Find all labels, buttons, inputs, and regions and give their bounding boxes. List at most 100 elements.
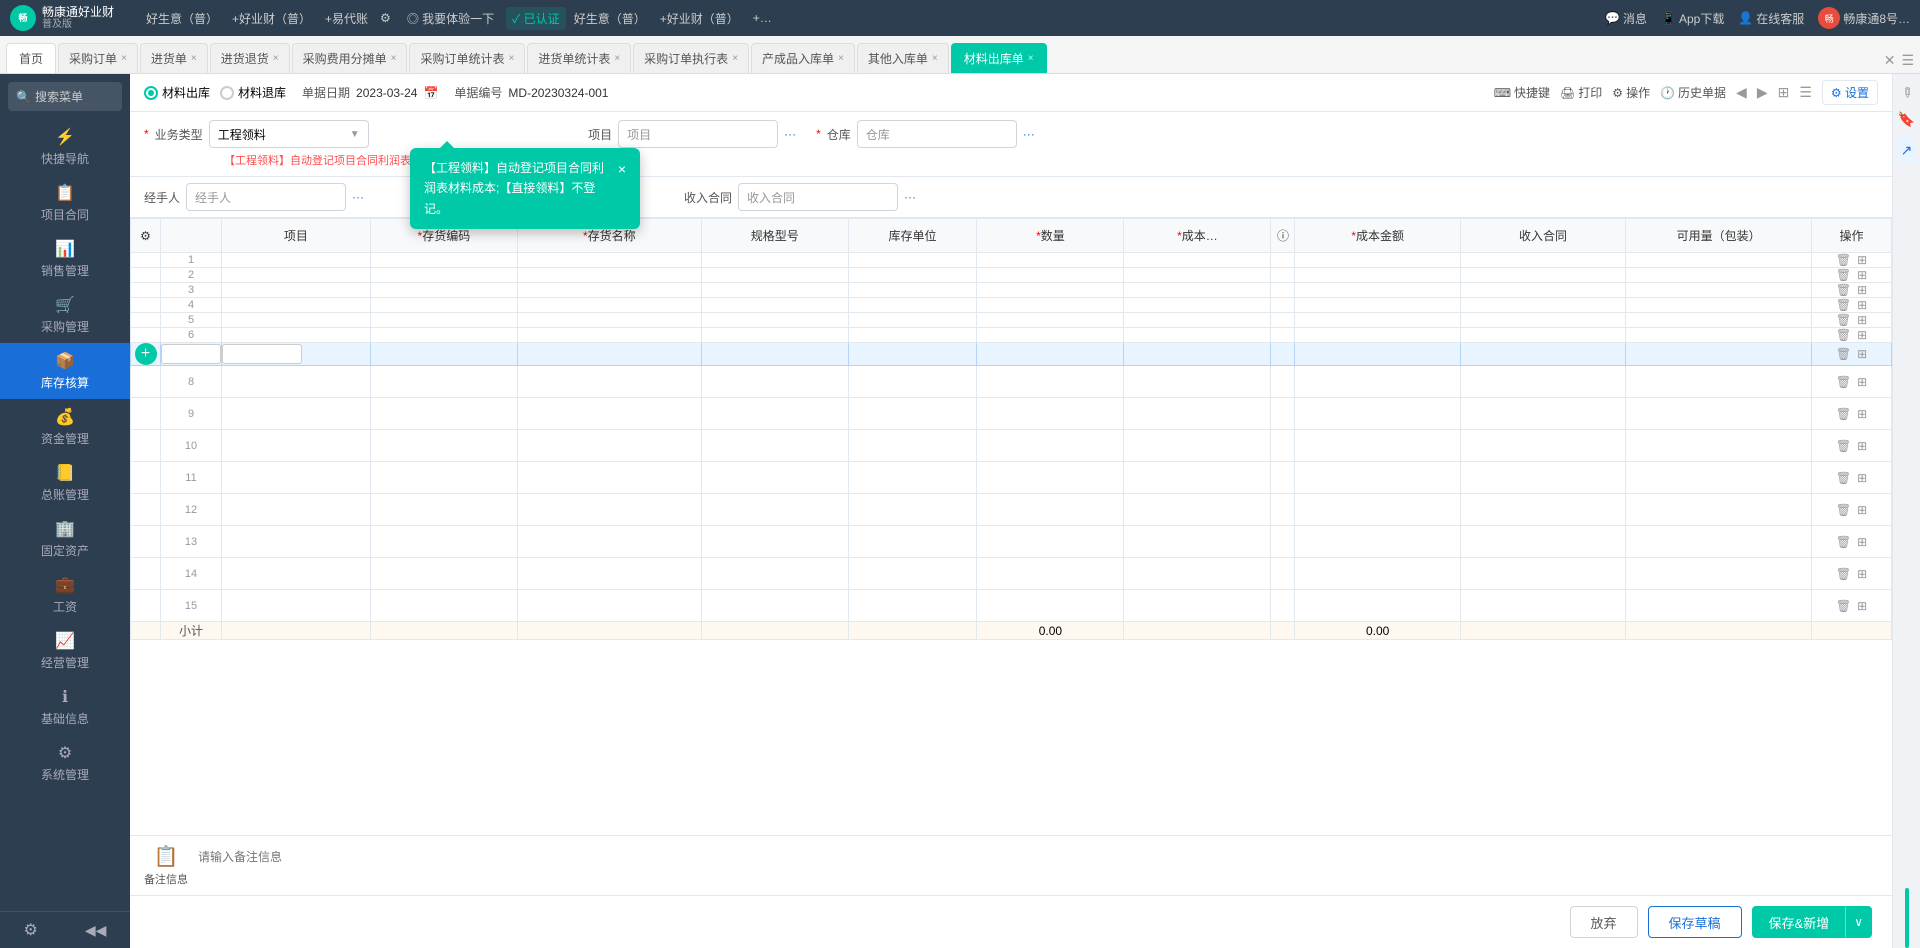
rspec-13[interactable] [701, 526, 848, 558]
right-panel-edit-icon[interactable]: ✏ [1898, 87, 1915, 99]
ra-11[interactable] [1295, 462, 1460, 494]
rct-9[interactable] [1460, 398, 1625, 430]
row-name-1[interactable] [517, 253, 701, 268]
save-new-arrow-btn[interactable]: ∨ [1845, 906, 1872, 938]
ra-12[interactable] [1295, 494, 1460, 526]
rp-15[interactable] [222, 590, 371, 622]
row-amount-6[interactable] [1295, 328, 1460, 343]
user-menu[interactable]: 畅 畅康通8号… [1818, 7, 1910, 29]
tab-finished-close[interactable]: × [838, 53, 844, 64]
rct-13[interactable] [1460, 526, 1625, 558]
tab-material-out[interactable]: 材料出库单 × [951, 43, 1047, 73]
tab-purchase-stat-close[interactable]: × [508, 53, 514, 64]
copy-row-5[interactable]: ⊞ [1857, 313, 1867, 327]
row-cost-2[interactable] [1124, 268, 1271, 283]
ra-14[interactable] [1295, 558, 1460, 590]
copy-row-2[interactable]: ⊞ [1857, 268, 1867, 282]
row-amount-2[interactable] [1295, 268, 1460, 283]
tab-cost-close[interactable]: × [391, 53, 397, 64]
row-qty-2[interactable] [977, 268, 1124, 283]
tab-material-out-close[interactable]: × [1028, 53, 1034, 64]
row-spec-2[interactable] [701, 268, 848, 283]
row-code-6[interactable] [370, 328, 517, 343]
rct-10[interactable] [1460, 430, 1625, 462]
rc-13[interactable] [370, 526, 517, 558]
sidebar-item-inventory[interactable]: 📦 库存核算 [0, 343, 130, 399]
income-contract-input[interactable]: 收入合同 [738, 183, 898, 211]
row-cost-4[interactable] [1124, 298, 1271, 313]
warehouse-more-btn[interactable]: ··· [1023, 127, 1035, 141]
row-qty-6[interactable] [977, 328, 1124, 343]
ru-13[interactable] [848, 526, 977, 558]
row-cost-7[interactable] [1124, 343, 1271, 366]
add-row-btn[interactable]: + [135, 343, 157, 365]
save-new-button[interactable]: 保存&新增 [1752, 906, 1846, 938]
rct-8[interactable] [1460, 366, 1625, 398]
rco-13[interactable] [1124, 526, 1271, 558]
ru-10[interactable] [848, 430, 977, 462]
rv-9[interactable] [1626, 398, 1812, 430]
history-btn[interactable]: 🕐 历史单据 [1660, 84, 1726, 101]
sidebar-item-ledger[interactable]: 📒 总账管理 [0, 455, 130, 511]
rq-10[interactable] [977, 430, 1124, 462]
row-spec-5[interactable] [701, 313, 848, 328]
dup-11[interactable]: ⊞ [1857, 471, 1867, 485]
row-unit-1[interactable] [848, 253, 977, 268]
row-available-1[interactable] [1626, 253, 1812, 268]
del-14[interactable]: 🗑 [1836, 567, 1851, 581]
row-spec-4[interactable] [701, 298, 848, 313]
rspec-15[interactable] [701, 590, 848, 622]
rq-9[interactable] [977, 398, 1124, 430]
rp-8[interactable] [222, 366, 371, 398]
row-amount-5[interactable] [1295, 313, 1460, 328]
agent-input[interactable]: 经手人 [186, 183, 346, 211]
rq-13[interactable] [977, 526, 1124, 558]
right-panel-link-icon[interactable]: ↗ [1897, 138, 1917, 163]
row-unit-3[interactable] [848, 283, 977, 298]
row-qty-4[interactable] [977, 298, 1124, 313]
del-12[interactable]: 🗑 [1836, 503, 1851, 517]
copy-row-4[interactable]: ⊞ [1857, 298, 1867, 312]
row-code-1[interactable] [370, 253, 517, 268]
quickkey-btn[interactable]: ⌨ 快捷键 [1494, 84, 1550, 101]
topnav-item-2[interactable]: +好业财（普） [226, 7, 317, 30]
rp-14[interactable] [222, 558, 371, 590]
rp-13[interactable] [222, 526, 371, 558]
row-available-5[interactable] [1626, 313, 1812, 328]
ra-15[interactable] [1295, 590, 1460, 622]
ra-9[interactable] [1295, 398, 1460, 430]
row-input-7b[interactable] [222, 343, 371, 366]
tab-incoming[interactable]: 进货单 × [140, 43, 208, 73]
copy-row-6[interactable]: ⊞ [1857, 328, 1867, 342]
operations-btn[interactable]: ⚙ 操作 [1612, 84, 1650, 101]
rspec-14[interactable] [701, 558, 848, 590]
row-unit-6[interactable] [848, 328, 977, 343]
delete-row-4[interactable]: 🗑 [1836, 298, 1851, 312]
delete-row-5[interactable]: 🗑 [1836, 313, 1851, 327]
rco-11[interactable] [1124, 462, 1271, 494]
copy-row-3[interactable]: ⊞ [1857, 283, 1867, 297]
ru-12[interactable] [848, 494, 977, 526]
tab-finished[interactable]: 产成品入库单 × [751, 43, 855, 73]
rq-11[interactable] [977, 462, 1124, 494]
tab-other-in[interactable]: 其他入库单 × [857, 43, 949, 73]
rn-9[interactable] [517, 398, 701, 430]
tab-menu[interactable]: ☰ [1901, 52, 1914, 69]
dup-9[interactable]: ⊞ [1857, 407, 1867, 421]
row-project-1[interactable] [222, 253, 371, 268]
rct-14[interactable] [1460, 558, 1625, 590]
warehouse-input[interactable]: 仓库 [857, 120, 1017, 148]
list-view-btn[interactable]: ☰ [1799, 84, 1812, 101]
row-available-4[interactable] [1626, 298, 1812, 313]
tab-purchase-stat[interactable]: 采购订单统计表 × [409, 43, 525, 73]
sidebar-item-quicknav[interactable]: ⚡ 快捷导航 [0, 119, 130, 175]
topnav-try[interactable]: ◎ 我要体验一下 [397, 7, 504, 30]
row-contract-1[interactable] [1460, 253, 1625, 268]
row-project-4[interactable] [222, 298, 371, 313]
rco-15[interactable] [1124, 590, 1271, 622]
copy-row-7[interactable]: ⊞ [1857, 347, 1867, 361]
print-btn[interactable]: 🖨 打印 [1560, 84, 1602, 101]
rct-12[interactable] [1460, 494, 1625, 526]
rv-15[interactable] [1626, 590, 1812, 622]
del-13[interactable]: 🗑 [1836, 535, 1851, 549]
